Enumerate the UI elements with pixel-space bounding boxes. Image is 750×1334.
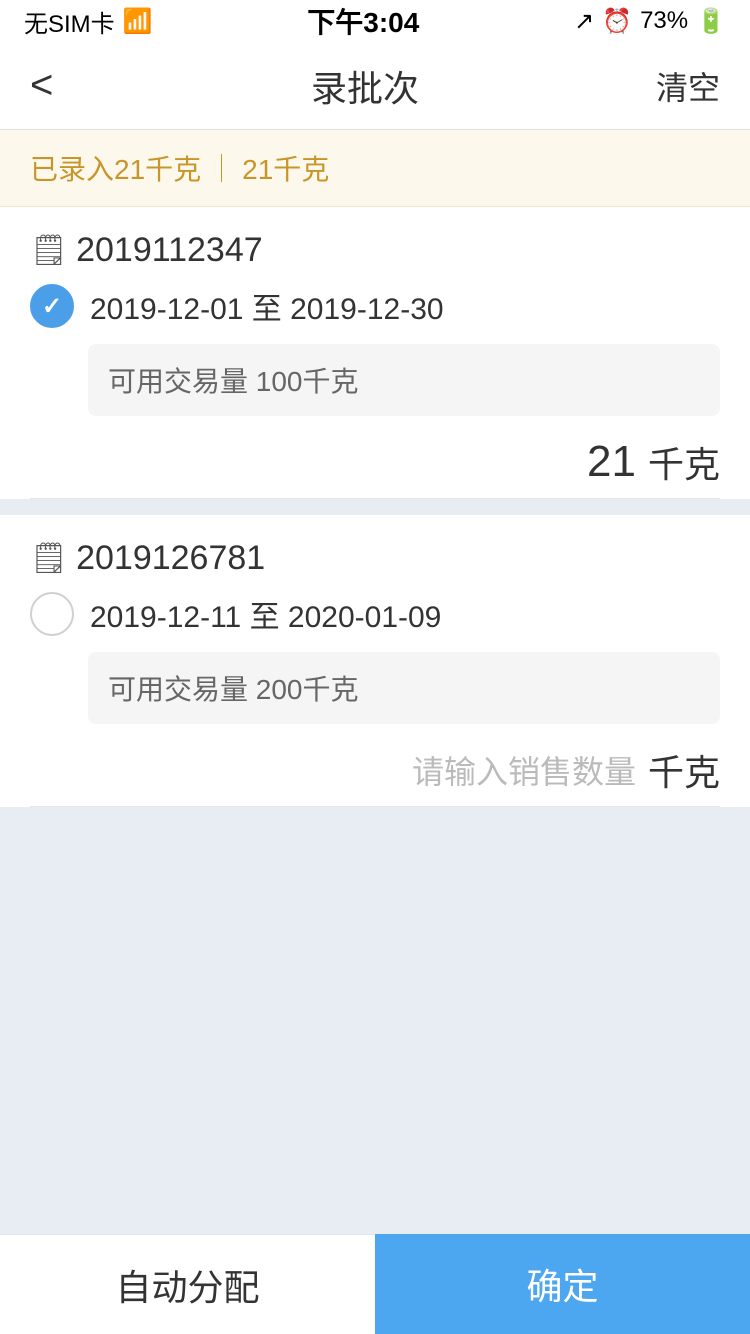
recorded-banner: 已录入21千克 21千克 bbox=[0, 130, 750, 207]
carrier-text: 无SIM卡 bbox=[24, 4, 115, 39]
batch2-id: 2019126781 bbox=[76, 539, 265, 578]
batch1-quantity-unit: 千克 bbox=[648, 436, 720, 488]
recorded-amount: 21千克 bbox=[242, 148, 329, 188]
status-left: 无SIM卡 📶 bbox=[24, 4, 153, 39]
banner-divider bbox=[221, 154, 222, 182]
batch2-container: 🗒 2019126781 2019-12-11 至 2020-01-09 可用交… bbox=[0, 515, 750, 807]
clear-button[interactable]: 清空 bbox=[640, 63, 720, 109]
confirm-button[interactable]: 确定 bbox=[375, 1234, 750, 1334]
batch2-radio[interactable] bbox=[30, 592, 74, 636]
section-divider bbox=[0, 499, 750, 515]
batch1-header: 🗒 2019112347 bbox=[30, 231, 720, 270]
nav-bar: < 录批次 清空 bbox=[0, 42, 750, 130]
status-time: 下午3:04 bbox=[153, 1, 575, 41]
batch2-input-row[interactable]: 请输入销售数量 千克 bbox=[0, 724, 750, 806]
batch2-doc-icon: 🗒 bbox=[30, 541, 68, 576]
auto-distribute-button[interactable]: 自动分配 bbox=[0, 1234, 375, 1334]
back-button[interactable]: < bbox=[30, 63, 90, 108]
battery-text: 73% bbox=[640, 7, 688, 35]
batch1-container: 🗒 2019112347 2019-12-01 至 2019-12-30 可用交… bbox=[0, 207, 750, 499]
batch2-available: 可用交易量 200千克 bbox=[88, 652, 720, 724]
batch2-item: 🗒 2019126781 2019-12-11 至 2020-01-09 bbox=[0, 515, 750, 636]
batch1-quantity-row: 21 千克 bbox=[0, 416, 750, 498]
batch1-date-row: 2019-12-01 至 2019-12-30 bbox=[30, 284, 720, 328]
status-bar: 无SIM卡 📶 下午3:04 ↗ ⏰ 73% 🔋 bbox=[0, 0, 750, 42]
wifi-icon: 📶 bbox=[123, 7, 153, 36]
status-right: ↗ ⏰ 73% 🔋 bbox=[574, 7, 726, 36]
batch2-date: 2019-12-11 至 2020-01-09 bbox=[90, 592, 441, 636]
battery-icon: 🔋 bbox=[696, 7, 726, 36]
batch2-unit: 千克 bbox=[648, 744, 720, 796]
page-title: 录批次 bbox=[90, 60, 640, 112]
batch2-date-row: 2019-12-11 至 2020-01-09 bbox=[30, 592, 720, 636]
batch1-id: 2019112347 bbox=[76, 231, 263, 270]
batch1-quantity-value: 21 bbox=[587, 437, 636, 487]
location-icon: ↗ bbox=[574, 7, 594, 36]
batch1-item: 🗒 2019112347 2019-12-01 至 2019-12-30 bbox=[0, 207, 750, 328]
batch1-radio[interactable] bbox=[30, 284, 74, 328]
batch2-input-placeholder[interactable]: 请输入销售数量 bbox=[30, 747, 636, 793]
batch1-available: 可用交易量 100千克 bbox=[88, 344, 720, 416]
alarm-icon: ⏰ bbox=[602, 7, 632, 36]
batch1-date: 2019-12-01 至 2019-12-30 bbox=[90, 284, 444, 328]
batch2-header: 🗒 2019126781 bbox=[30, 539, 720, 578]
batch1-doc-icon: 🗒 bbox=[30, 233, 68, 268]
recorded-label: 已录入21千克 bbox=[30, 148, 201, 188]
footer: 自动分配 确定 bbox=[0, 1234, 750, 1334]
